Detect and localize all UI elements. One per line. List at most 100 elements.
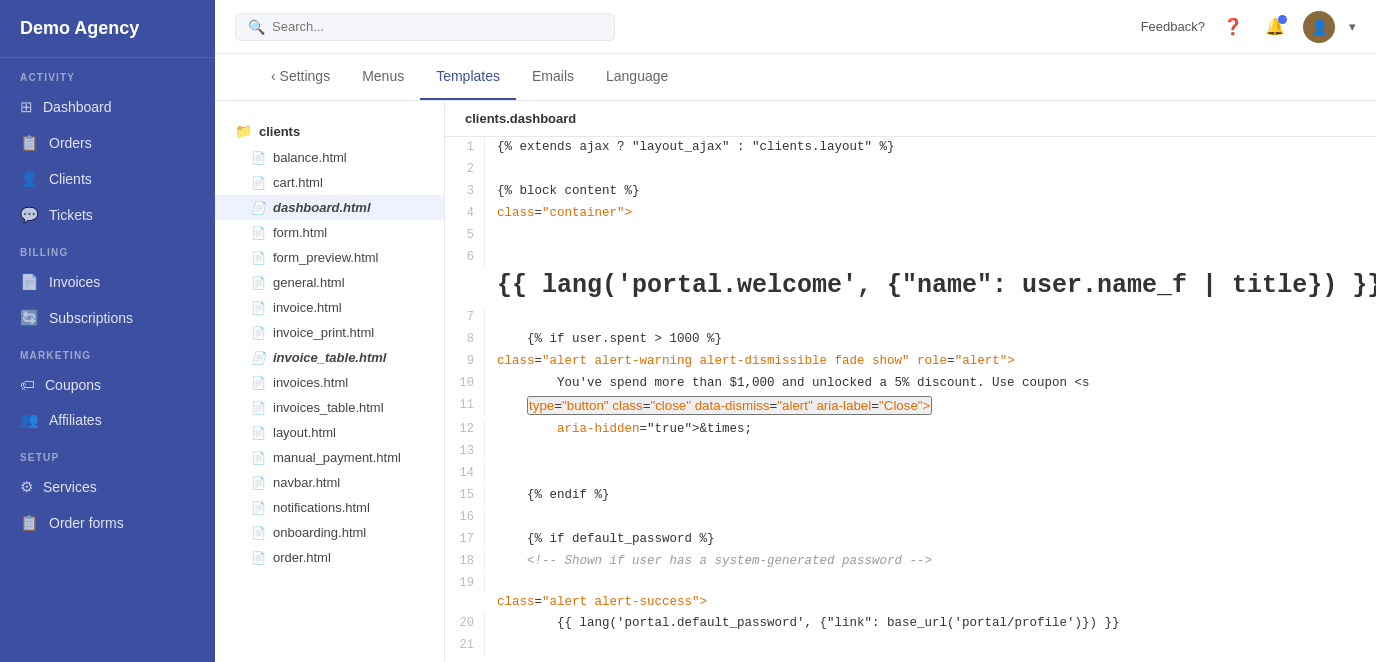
file-icon: 📄: [251, 226, 266, 240]
tab-templates[interactable]: Templates: [420, 54, 516, 100]
subscriptions-icon: 🔄: [20, 309, 39, 327]
sidebar-item-orders[interactable]: 📋 Orders: [0, 125, 215, 161]
sidebar-item-affiliates[interactable]: 👥 Affiliates: [0, 402, 215, 438]
file-icon: 📄: [251, 151, 266, 165]
file-name: layout.html: [273, 425, 336, 440]
file-name: cart.html: [273, 175, 323, 190]
folder-name: clients: [259, 124, 300, 139]
sidebar-item-label-services: Services: [43, 479, 97, 495]
code-header: clients.dashboard: [445, 101, 1376, 137]
sidebar-item-label-affiliates: Affiliates: [49, 412, 102, 428]
file-tree: 📁 clients 📄 balance.html 📄 cart.html 📄 d…: [215, 101, 445, 662]
file-icon: 📄: [251, 551, 266, 565]
line-code: [485, 225, 517, 246]
file-dashboard-html[interactable]: 📄 dashboard.html: [215, 195, 444, 220]
line-code: {{ lang('portal.welcome', {"name": user.…: [485, 247, 1376, 307]
line-number: 8: [445, 329, 485, 350]
help-icon[interactable]: ❓: [1219, 13, 1247, 41]
file-navbar-html[interactable]: 📄 navbar.html: [215, 470, 444, 495]
sidebar-item-label-order-forms: Order forms: [49, 515, 124, 531]
line-code: [485, 507, 517, 528]
chevron-down-icon[interactable]: ▾: [1349, 19, 1356, 34]
sidebar-item-label-invoices: Invoices: [49, 274, 100, 290]
line-code: class="alert alert-success">: [485, 573, 719, 614]
search-input[interactable]: [272, 19, 602, 34]
line-code: {% endif %}: [485, 485, 622, 506]
line-number: 5: [445, 225, 485, 246]
avatar[interactable]: 👤: [1303, 11, 1335, 43]
code-line: 21: [445, 635, 1376, 657]
feedback-button[interactable]: Feedback?: [1141, 19, 1205, 34]
file-icon: 📄: [251, 301, 266, 315]
order-forms-icon: 📋: [20, 514, 39, 532]
code-line: 20 {{ lang('portal.default_password', {"…: [445, 613, 1376, 635]
file-icon: 📄: [251, 401, 266, 415]
file-name: navbar.html: [273, 475, 340, 490]
line-code: class="alert alert-warning alert-dismiss…: [485, 351, 1027, 372]
line-number: 19: [445, 573, 485, 594]
file-invoices-html[interactable]: 📄 invoices.html: [215, 370, 444, 395]
file-form_preview-html[interactable]: 📄 form_preview.html: [215, 245, 444, 270]
sidebar-item-label-orders: Orders: [49, 135, 92, 151]
topbar-right: Feedback? ❓ 🔔 👤 ▾: [1141, 11, 1356, 43]
code-line: 7: [445, 307, 1376, 329]
code-line: 18 <!-- Shown if user has a system-gener…: [445, 551, 1376, 573]
code-line: 4class="container">: [445, 203, 1376, 225]
folder-icon: 📁: [235, 123, 252, 139]
line-code: {% if default_password %}: [485, 529, 727, 550]
code-line: 12 aria-hidden="true">&times;: [445, 419, 1376, 441]
sidebar-item-dashboard[interactable]: ⊞ Dashboard: [0, 89, 215, 125]
invoices-icon: 📄: [20, 273, 39, 291]
code-line: 5: [445, 225, 1376, 247]
line-number: 9: [445, 351, 485, 372]
code-line: 15 {% endif %}: [445, 485, 1376, 507]
code-line: 14: [445, 463, 1376, 485]
file-name: notifications.html: [273, 500, 370, 515]
file-cart-html[interactable]: 📄 cart.html: [215, 170, 444, 195]
code-line: 6 {{ lang('portal.welcome', {"name": use…: [445, 247, 1376, 307]
code-line: 2: [445, 159, 1376, 181]
folder-clients[interactable]: 📁 clients: [215, 117, 444, 145]
file-general-html[interactable]: 📄 general.html: [215, 270, 444, 295]
file-name: form_preview.html: [273, 250, 378, 265]
file-manual_payment-html[interactable]: 📄 manual_payment.html: [215, 445, 444, 470]
file-balance-html[interactable]: 📄 balance.html: [215, 145, 444, 170]
clients-icon: 👤: [20, 170, 39, 188]
file-invoice_table-html[interactable]: 📄 invoice_table.html: [215, 345, 444, 370]
sidebar-item-clients[interactable]: 👤 Clients: [0, 161, 215, 197]
file-notifications-html[interactable]: 📄 notifications.html: [215, 495, 444, 520]
line-number: 3: [445, 181, 485, 202]
sidebar-item-subscriptions[interactable]: 🔄 Subscriptions: [0, 300, 215, 336]
tab-emails[interactable]: Emails: [516, 54, 590, 100]
code-editor[interactable]: clients.dashboard 1{% extends ajax ? "la…: [445, 101, 1376, 662]
file-onboarding-html[interactable]: 📄 onboarding.html: [215, 520, 444, 545]
file-icon: 📄: [251, 451, 266, 465]
sidebar-item-coupons[interactable]: 🏷 Coupons: [0, 367, 215, 402]
sidebar-item-invoices[interactable]: 📄 Invoices: [0, 264, 215, 300]
file-icon: 📄: [251, 276, 266, 290]
file-form-html[interactable]: 📄 form.html: [215, 220, 444, 245]
notification-icon[interactable]: 🔔: [1261, 13, 1289, 41]
tab-menus[interactable]: Menus: [346, 54, 420, 100]
search-wrapper[interactable]: 🔍: [235, 13, 615, 41]
file-order-html[interactable]: 📄 order.html: [215, 545, 444, 570]
tab-language[interactable]: Language: [590, 54, 684, 100]
sidebar-section-activity: ACTIVITY: [0, 58, 215, 89]
sidebar-item-tickets[interactable]: 💬 Tickets: [0, 197, 215, 233]
file-layout-html[interactable]: 📄 layout.html: [215, 420, 444, 445]
line-number: 16: [445, 507, 485, 528]
file-name: invoice_table.html: [273, 350, 386, 365]
tab-settings[interactable]: ‹ Settings: [255, 54, 346, 100]
code-line: 3{% block content %}: [445, 181, 1376, 203]
file-name: invoices_table.html: [273, 400, 384, 415]
line-number: 14: [445, 463, 485, 484]
file-icon: 📄: [251, 251, 266, 265]
file-name: manual_payment.html: [273, 450, 401, 465]
file-invoices_table-html[interactable]: 📄 invoices_table.html: [215, 395, 444, 420]
sidebar-item-services[interactable]: ⚙ Services: [0, 469, 215, 505]
file-invoice-html[interactable]: 📄 invoice.html: [215, 295, 444, 320]
file-invoice_print-html[interactable]: 📄 invoice_print.html: [215, 320, 444, 345]
code-line: 11 type="button" class="close" data-dism…: [445, 395, 1376, 418]
sidebar-item-order-forms[interactable]: 📋 Order forms: [0, 505, 215, 541]
sidebar-item-label-dashboard: Dashboard: [43, 99, 112, 115]
